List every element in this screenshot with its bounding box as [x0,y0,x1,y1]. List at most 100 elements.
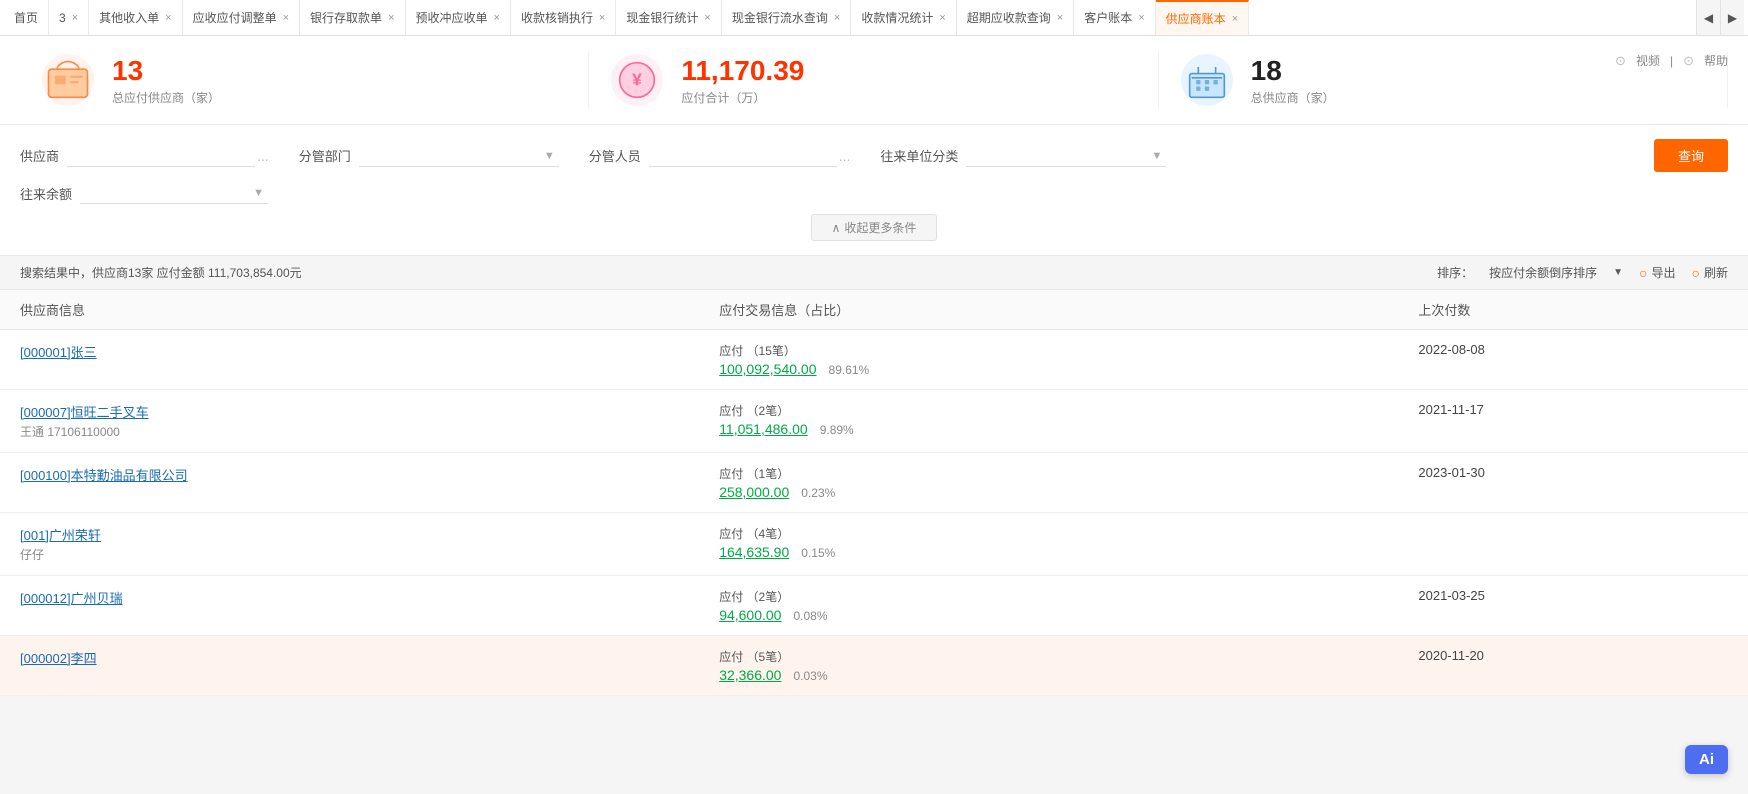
nav-overdue-ar[interactable]: 超期应收款查询 × [957,0,1074,35]
ai-badge[interactable]: Ai [1685,745,1728,774]
ap-info-cell: 应付 （2笔）94,600.000.08% [699,576,1398,636]
person-filter-label: 分管人员 [589,146,641,165]
nav-overdue-ar-close[interactable]: × [1057,12,1063,24]
nav-customer-ledger[interactable]: 客户账本 × [1074,0,1155,35]
last-payment-date: 2022-08-08 [1418,342,1485,357]
sort-value[interactable]: 按应付余额倒序排序 [1489,264,1597,281]
supplier-link[interactable]: [000002]李四 [20,651,97,666]
summary-bar: 13 总应付供应商（家） ¥ 11,170.39 应付合计（万） [0,36,1748,125]
supplier-sub: 王通 17106110000 [20,423,679,440]
nav-cash-bank-flow-close[interactable]: × [834,12,840,24]
table-row: [000001]张三应付 （15笔）100,092,540.0089.61%20… [0,330,1748,390]
nav-bank-deposit[interactable]: 银行存取款单 × [300,0,405,35]
nav-bank-deposit-label: 银行存取款单 [310,9,382,26]
collapse-btn[interactable]: ∧ 收起更多条件 [811,214,938,241]
nav-supplier-ledger[interactable]: 供应商账本 × [1156,0,1249,35]
nav-prepay-ar[interactable]: 预收冲应收单 × [406,0,511,35]
person-ellipsis[interactable]: ... [839,148,851,164]
summary-suppliers-label: 总应付供应商（家） [112,89,220,106]
filter-dept: 分管部门 ▼ [299,145,559,167]
supplier-info-cell: [000007]恒旺二手叉车王通 17106110000 [0,390,699,453]
supplier-link[interactable]: [000100]本特勤油品有限公司 [20,468,188,483]
export-icon: ○ [1639,265,1647,281]
nav-prepay-ar-close[interactable]: × [494,12,500,24]
supplier-info-cell: [000001]张三 [0,330,699,390]
summary-total-text: 18 总供应商（家） [1251,54,1335,107]
supplier-info-cell: [000100]本特勤油品有限公司 [0,453,699,513]
person-input[interactable] [649,145,837,167]
table-row: [000002]李四应付 （5笔）32,366.000.03%2020-11-2… [0,636,1748,696]
nav-tab3-label: 3 [59,11,66,25]
nav-other-income-close[interactable]: × [165,12,171,24]
ap-info-cell: 应付 （4笔）164,635.900.15% [699,513,1398,576]
ap-amount[interactable]: 258,000.00 [719,484,789,500]
export-btn[interactable]: ○ 导出 [1639,264,1675,281]
supplier-link[interactable]: [001]广州荣轩 [20,528,101,543]
category-select-wrapper: ▼ [966,145,1166,167]
nav-prev-arrow[interactable]: ◀ [1696,0,1720,36]
nav-receipt-stat[interactable]: 收款情况统计 × [851,0,956,35]
supplier-link[interactable]: [000012]广州贝瑞 [20,591,123,606]
last-payment-cell: 2021-03-25 [1398,576,1748,636]
table-row: [000007]恒旺二手叉车王通 17106110000 应付 （2笔） 11,05… [0,390,1748,453]
nav-cash-bank-stat-close[interactable]: × [704,12,710,24]
table-wrapper: 供应商信息 应付交易信息（占比） 上次付数 [000001]张三应付 （15笔）… [0,290,1748,696]
collapse-label: 收起更多条件 [844,219,916,236]
ap-pct: 89.61% [829,363,870,377]
supplier-ellipsis[interactable]: ... [257,148,269,164]
ap-amount[interactable]: 164,635.90 [719,544,789,560]
last-payment-cell: 2020-11-20 [1398,636,1748,696]
table-row: [000100]本特勤油品有限公司应付 （1笔）258,000.000.23%2… [0,453,1748,513]
ap-amount[interactable]: 100,092,540.00 [719,361,816,377]
nav-receipt-verify[interactable]: 收款核销执行 × [511,0,616,35]
ap-label: 应付 （2笔） [719,588,1378,605]
nav-arrows: ◀ ▶ [1696,0,1744,36]
collapse-icon: ∧ [832,221,841,235]
nav-home-label: 首页 [14,9,38,26]
ap-amount[interactable]: 11,051,486.00 [719,421,808,437]
balance-input[interactable] [80,182,268,204]
nav-customer-ledger-close[interactable]: × [1138,12,1144,24]
help-link[interactable]: 帮助 [1704,52,1728,69]
nav-home[interactable]: 首页 [4,0,49,35]
supplier-link[interactable]: [000001]张三 [20,345,97,360]
nav-receipt-verify-close[interactable]: × [599,12,605,24]
nav-receipt-stat-close[interactable]: × [939,12,945,24]
category-input[interactable] [966,145,1166,167]
supplier-info-cell: [000012]广州贝瑞 [0,576,699,636]
sort-dropdown-icon[interactable]: ▼ [1613,267,1623,278]
results-info: 搜索结果中，供应商13家 应付金额 111,703,854.00元 [20,264,302,281]
ap-pct: 0.03% [793,669,827,683]
nav-tab3[interactable]: 3 × [49,0,89,35]
top-links: ⊙ 视频 | ⊙ 帮助 [1615,52,1728,69]
nav-other-income[interactable]: 其他收入单 × [89,0,182,35]
filter-row-2: 往来余额 ▼ [20,182,1728,204]
video-link[interactable]: 视频 [1636,52,1660,69]
ap-amount[interactable]: 94,600.00 [719,607,781,623]
help-icon: ⊙ [1683,53,1694,69]
nav-ar-ap-adjust[interactable]: 应收应付调整单 × [183,0,300,35]
nav-supplier-ledger-close[interactable]: × [1232,13,1238,25]
ap-label: 应付 （4笔） [719,525,1378,542]
nav-next-arrow[interactable]: ▶ [1720,0,1744,36]
category-filter-label: 往来单位分类 [880,146,958,165]
nav-ar-ap-adjust-close[interactable]: × [283,12,289,24]
nav-cash-bank-flow[interactable]: 现金银行流水查询 × [722,0,851,35]
supplier-icon [40,52,96,108]
ap-info-cell: 应付 （1笔）258,000.000.23% [699,453,1398,513]
refresh-btn[interactable]: ○ 刷新 [1692,264,1728,281]
supplier-link[interactable]: [000007]恒旺二手叉车 [20,405,149,420]
nav-tab3-close[interactable]: × [72,12,78,24]
ap-label: 应付 （1笔） [719,465,1378,482]
ap-label: 应付 （2笔） [719,402,1378,419]
nav-receipt-stat-label: 收款情况统计 [861,9,933,26]
dept-input[interactable] [359,145,559,167]
nav-bank-deposit-close[interactable]: × [388,12,394,24]
search-button[interactable]: 查询 [1654,139,1728,172]
svg-text:¥: ¥ [633,69,643,89]
table-header: 供应商信息 应付交易信息（占比） 上次付数 [0,290,1748,330]
balance-filter-label: 往来余额 [20,184,72,203]
supplier-input[interactable] [67,145,255,167]
nav-cash-bank-stat[interactable]: 现金银行统计 × [616,0,721,35]
ap-amount[interactable]: 32,366.00 [719,667,781,683]
